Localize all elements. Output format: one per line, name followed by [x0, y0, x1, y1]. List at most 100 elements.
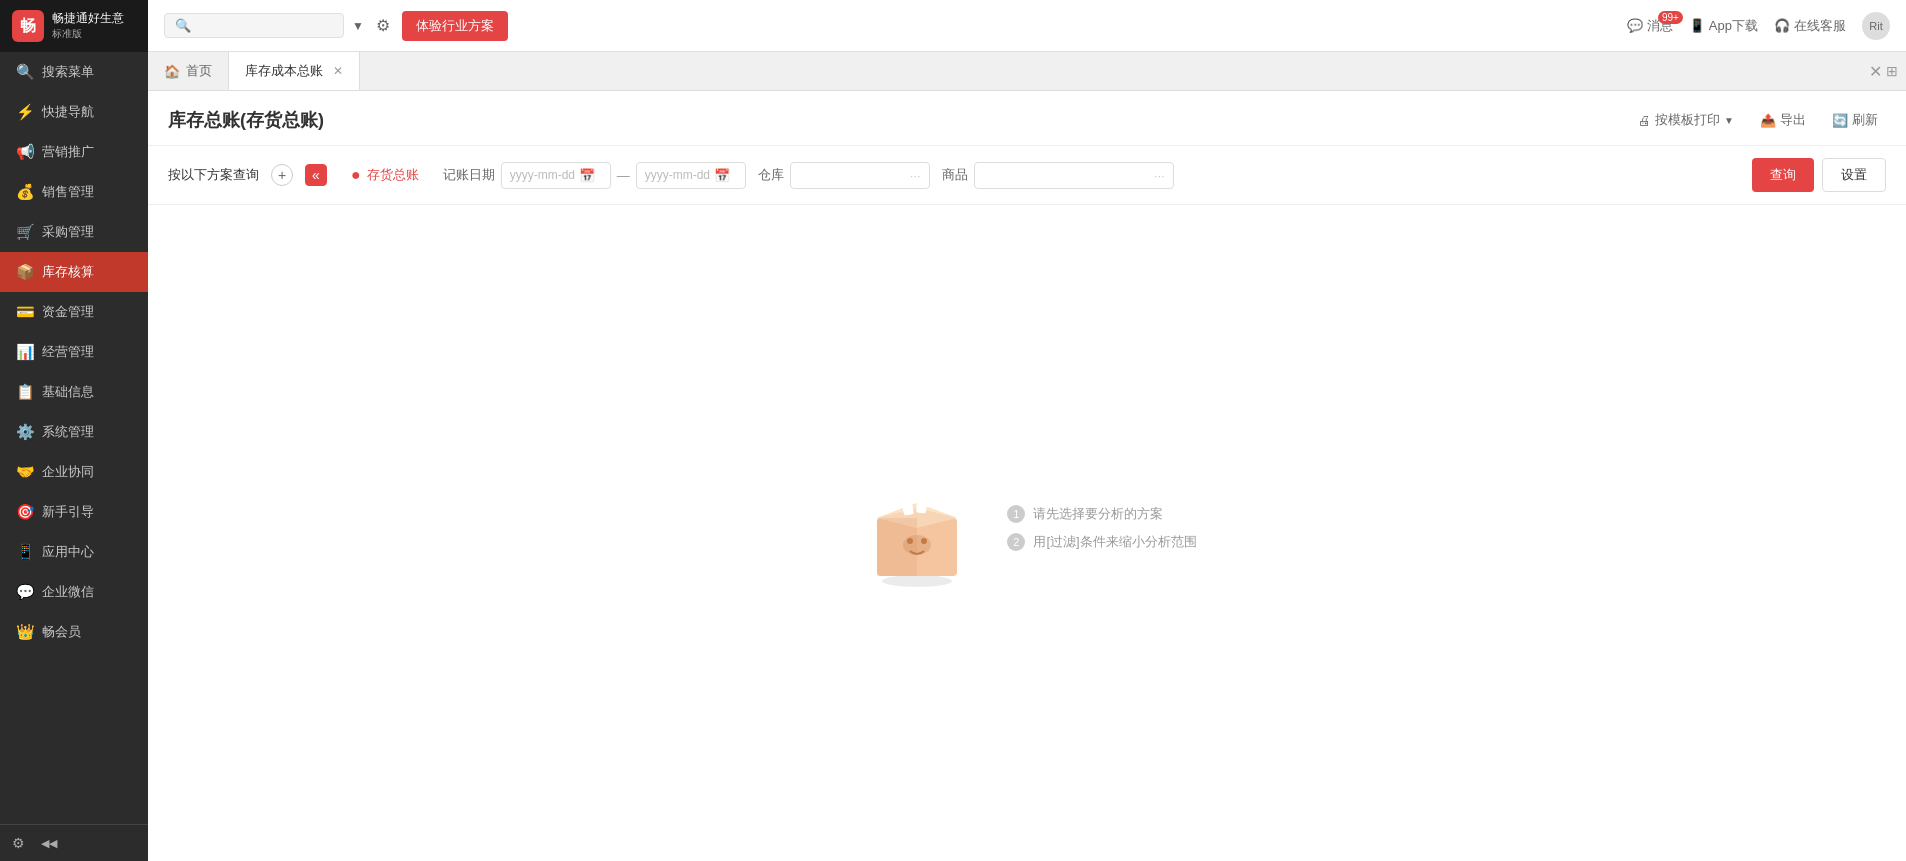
- sidebar-item-wechat[interactable]: 💬 企业微信: [0, 572, 148, 612]
- hint-text-1: 请先选择要分析的方案: [1033, 505, 1163, 523]
- sidebar-item-label: 新手引导: [42, 503, 94, 521]
- topbar-search-icon: 🔍: [175, 18, 191, 33]
- sidebar-item-label: 企业协同: [42, 463, 94, 481]
- app-name: 畅捷通好生意: [52, 11, 124, 27]
- sidebar-item-label: 采购管理: [42, 223, 94, 241]
- system-icon: ⚙️: [16, 423, 34, 441]
- sidebar-item-guide[interactable]: 🎯 新手引导: [0, 492, 148, 532]
- sidebar-nav: 🔍 搜索菜单 ⚡ 快捷导航 📢 营销推广 💰 销售管理 🛒 采购管理 📦 库存核…: [0, 52, 148, 824]
- sidebar-item-business[interactable]: 📊 经营管理: [0, 332, 148, 372]
- calendar-end-icon: 📅: [714, 168, 730, 183]
- query-button[interactable]: 查询: [1752, 158, 1814, 192]
- filter-scheme-item[interactable]: ● 存货总账: [339, 160, 431, 190]
- filter-label: 按以下方案查询: [168, 166, 259, 184]
- product-filter: 商品 ···: [942, 162, 1174, 189]
- sidebar-item-enterprise[interactable]: 🤝 企业协同: [0, 452, 148, 492]
- tabs-bar: 🏠 首页 库存成本总账 ✕ ✕ ⊞: [148, 52, 1906, 91]
- export-icon: 📤: [1760, 113, 1776, 128]
- hint-num-1: 1: [1007, 505, 1025, 523]
- page-title: 库存总账(存货总账): [168, 108, 324, 132]
- empty-state: 1 请先选择要分析的方案 2 用[过滤]条件来缩小分析范围: [148, 205, 1906, 861]
- product-input[interactable]: ···: [974, 162, 1174, 189]
- app-download-label: App下载: [1709, 17, 1758, 35]
- search-icon: 🔍: [16, 63, 34, 81]
- empty-svg: [857, 473, 977, 593]
- panel-close-btn[interactable]: ✕: [1869, 62, 1882, 81]
- page-header: 库存总账(存货总账) 🖨 按模板打印 ▼ 📤 导出 🔄 刷新: [148, 91, 1906, 146]
- sidebar-item-sales[interactable]: 💰 销售管理: [0, 172, 148, 212]
- print-dropdown-icon: ▼: [1724, 115, 1734, 126]
- export-btn[interactable]: 📤 导出: [1752, 107, 1814, 133]
- inventory-icon: 📦: [16, 263, 34, 281]
- print-template-btn[interactable]: 🖨 按模板打印 ▼: [1630, 107, 1742, 133]
- empty-hint-2: 2 用[过滤]条件来缩小分析范围: [1007, 533, 1196, 551]
- tab-inventory-ledger-label: 库存成本总账: [245, 62, 323, 80]
- sidebar-item-app-center[interactable]: 📱 应用中心: [0, 532, 148, 572]
- message-btn[interactable]: 💬 消息 99+: [1627, 17, 1673, 35]
- purchase-icon: 🛒: [16, 223, 34, 241]
- product-more-icon: ···: [1154, 168, 1165, 183]
- sidebar-item-inventory[interactable]: 📦 库存核算: [0, 252, 148, 292]
- filter-collapse-btn[interactable]: «: [305, 164, 327, 186]
- topbar-right: 💬 消息 99+ 📱 App下载 🎧 在线客服 Rit: [1627, 12, 1890, 40]
- sidebar-item-label: 基础信息: [42, 383, 94, 401]
- empty-hint-1: 1 请先选择要分析的方案: [1007, 505, 1196, 523]
- user-name: Rit: [1869, 20, 1882, 32]
- sidebar-item-quick-nav[interactable]: ⚡ 快捷导航: [0, 92, 148, 132]
- filter-add-btn[interactable]: +: [271, 164, 293, 186]
- headset-icon: 🎧: [1774, 18, 1790, 33]
- user-avatar[interactable]: Rit: [1862, 12, 1890, 40]
- refresh-icon: 🔄: [1832, 113, 1848, 128]
- sidebar-item-basic[interactable]: 📋 基础信息: [0, 372, 148, 412]
- tab-inventory-ledger[interactable]: 库存成本总账 ✕: [229, 52, 360, 90]
- empty-illustration: [857, 473, 977, 593]
- warehouse-more-icon: ···: [910, 168, 921, 183]
- sidebar-item-search[interactable]: 🔍 搜索菜单: [0, 52, 148, 92]
- date-end-placeholder: yyyy-mm-dd: [645, 168, 710, 182]
- sales-icon: 💰: [16, 183, 34, 201]
- date-start-placeholder: yyyy-mm-dd: [510, 168, 575, 182]
- export-label: 导出: [1780, 111, 1806, 129]
- scheme-name: 存货总账: [367, 166, 419, 184]
- date-start-input[interactable]: yyyy-mm-dd 📅: [501, 162, 611, 189]
- online-service-btn[interactable]: 🎧 在线客服: [1774, 17, 1846, 35]
- warehouse-input[interactable]: ···: [790, 162, 930, 189]
- filter-bar: 按以下方案查询 + « ● 存货总账 记账日期 yyyy-mm-dd 📅 — y…: [148, 146, 1906, 205]
- settings-footer-btn[interactable]: ⚙: [12, 835, 25, 851]
- svg-rect-9: [916, 491, 928, 514]
- collapse-footer-btn[interactable]: ◀◀: [41, 837, 57, 850]
- sidebar-footer: ⚙ ◀◀: [0, 824, 148, 861]
- topbar-dropdown-btn[interactable]: ▼: [352, 19, 364, 33]
- trial-industry-btn[interactable]: 体验行业方案: [402, 11, 508, 41]
- sidebar: 畅 畅捷通好生意 标准版 🔍 搜索菜单 ⚡ 快捷导航 📢 营销推广 💰 销售管理…: [0, 0, 148, 861]
- business-icon: 📊: [16, 343, 34, 361]
- refresh-btn[interactable]: 🔄 刷新: [1824, 107, 1886, 133]
- sidebar-item-purchase[interactable]: 🛒 采购管理: [0, 212, 148, 252]
- date-end-input[interactable]: yyyy-mm-dd 📅: [636, 162, 746, 189]
- sidebar-item-system[interactable]: ⚙️ 系统管理: [0, 412, 148, 452]
- sidebar-item-label: 快捷导航: [42, 103, 94, 121]
- topbar-search-box[interactable]: 🔍: [164, 13, 344, 38]
- home-icon: 🏠: [164, 64, 180, 79]
- sidebar-item-finance[interactable]: 💳 资金管理: [0, 292, 148, 332]
- tab-close-btn[interactable]: ✕: [333, 64, 343, 78]
- topbar-gear-btn[interactable]: ⚙: [372, 12, 394, 39]
- print-icon: 🖨: [1638, 113, 1651, 128]
- sidebar-item-label: 资金管理: [42, 303, 94, 321]
- sidebar-item-marketing[interactable]: 📢 营销推广: [0, 132, 148, 172]
- tab-home-label: 首页: [186, 62, 212, 80]
- product-label: 商品: [942, 166, 968, 184]
- setting-button[interactable]: 设置: [1822, 158, 1886, 192]
- app-download-btn[interactable]: 📱 App下载: [1689, 17, 1758, 35]
- topbar-left: 🔍 ▼ ⚙ 体验行业方案: [164, 11, 508, 41]
- panel-expand-btn[interactable]: ⊞: [1886, 63, 1898, 79]
- page-header-actions: 🖨 按模板打印 ▼ 📤 导出 🔄 刷新: [1630, 107, 1886, 133]
- sidebar-item-member[interactable]: 👑 畅会员: [0, 612, 148, 652]
- wechat-icon: 💬: [16, 583, 34, 601]
- sidebar-item-label: 销售管理: [42, 183, 94, 201]
- svg-point-6: [921, 538, 927, 544]
- tab-home[interactable]: 🏠 首页: [148, 52, 229, 90]
- main-area: 🔍 ▼ ⚙ 体验行业方案 💬 消息 99+ 📱 App下载 🎧 在线客服 Ri: [148, 0, 1906, 861]
- print-label: 按模板打印: [1655, 111, 1720, 129]
- online-service-label: 在线客服: [1794, 17, 1846, 35]
